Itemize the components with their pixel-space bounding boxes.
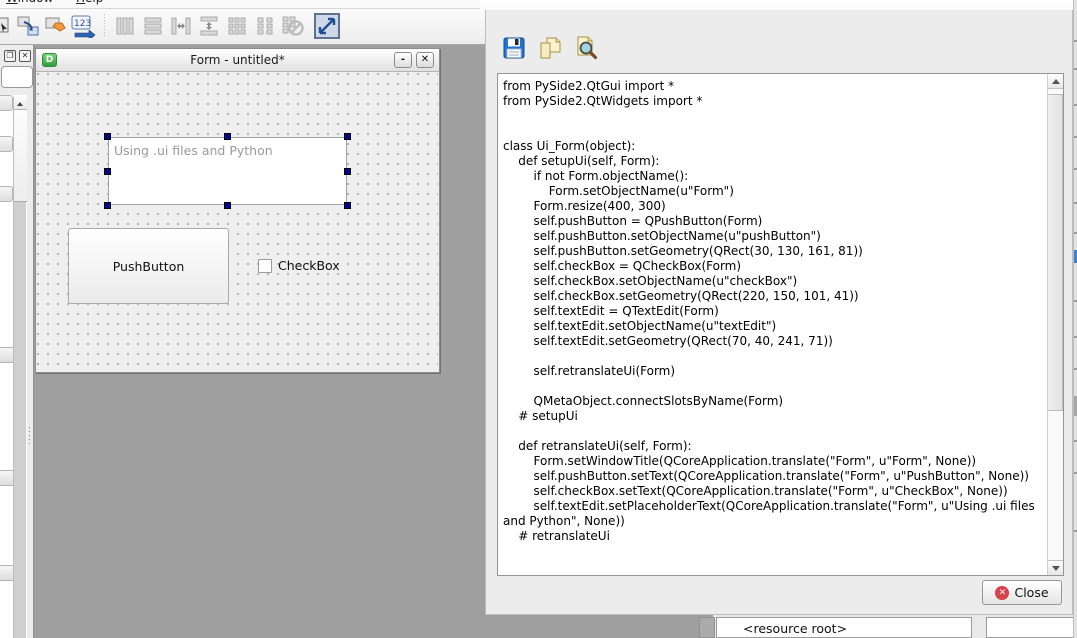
scroll-up-icon[interactable] bbox=[14, 97, 27, 110]
close-button[interactable]: ✕ Close bbox=[982, 580, 1062, 605]
copy-icon[interactable] bbox=[536, 35, 563, 62]
layout-form-icon[interactable] bbox=[251, 12, 279, 40]
form-editor-window: D Form - untitled* - ✕ Using .ui files a… bbox=[35, 48, 440, 373]
resource-root-item[interactable]: <resource root> bbox=[717, 618, 971, 636]
code-text-area[interactable]: from PySide2.QtGui import * from PySide2… bbox=[497, 73, 1064, 576]
code-preview-dialog: from PySide2.QtGui import * from PySide2… bbox=[485, 10, 1073, 615]
widget-box-scrollbar[interactable] bbox=[13, 97, 26, 638]
scroll-down-icon[interactable] bbox=[1048, 560, 1063, 575]
layout-vertical-splitter-icon[interactable] bbox=[195, 12, 223, 40]
edit-tab-order-icon[interactable]: 123 bbox=[70, 12, 98, 40]
scrollbar-thumb[interactable] bbox=[14, 110, 27, 202]
resize-handle[interactable] bbox=[344, 202, 351, 209]
resize-handle[interactable] bbox=[344, 133, 351, 140]
toolbar-separator bbox=[102, 14, 107, 38]
widget-filter-input[interactable] bbox=[1, 66, 33, 88]
menu-help[interactable]: Help bbox=[76, 0, 103, 5]
layout-vertically-icon[interactable] bbox=[139, 12, 167, 40]
checkbox-box[interactable] bbox=[258, 259, 272, 273]
break-layout-icon[interactable] bbox=[279, 12, 307, 40]
widget-category-bar[interactable] bbox=[0, 136, 13, 152]
find-icon[interactable] bbox=[572, 35, 599, 62]
svg-text:123: 123 bbox=[74, 19, 91, 29]
right-panel-edge bbox=[1073, 0, 1077, 638]
form-window-titlebar[interactable]: D Form - untitled* - ✕ bbox=[36, 49, 439, 72]
minimize-button[interactable]: - bbox=[394, 52, 412, 68]
edit-signals-slots-icon[interactable] bbox=[14, 12, 42, 40]
layout-horizontally-icon[interactable] bbox=[111, 12, 139, 40]
form-canvas[interactable]: Using .ui files and Python PushButton Ch… bbox=[37, 73, 438, 371]
edit-widgets-icon[interactable] bbox=[0, 12, 14, 40]
text-edit-widget[interactable]: Using .ui files and Python bbox=[108, 137, 347, 205]
widget-category-bar[interactable] bbox=[0, 95, 13, 111]
resize-handle[interactable] bbox=[104, 133, 111, 140]
close-button-label: Close bbox=[1014, 585, 1048, 600]
widget-box-panel: ❐ ✕ bbox=[0, 45, 34, 638]
code-scrollbar[interactable] bbox=[1047, 74, 1063, 575]
layout-horizontal-splitter-icon[interactable] bbox=[167, 12, 195, 40]
scrollbar-thumb[interactable] bbox=[1048, 94, 1063, 411]
dock-float-icon[interactable]: ❐ bbox=[4, 50, 16, 62]
checkbox-label: CheckBox bbox=[278, 258, 340, 273]
designer-form-icon: D bbox=[42, 53, 57, 67]
scrollbar-corner bbox=[699, 617, 715, 638]
resize-handle[interactable] bbox=[224, 133, 231, 140]
adjust-size-icon[interactable] bbox=[313, 12, 341, 40]
resize-handle[interactable] bbox=[104, 168, 111, 175]
red-x-icon: ✕ bbox=[995, 586, 1009, 600]
resize-handle[interactable] bbox=[344, 168, 351, 175]
widget-category-bar[interactable] bbox=[0, 186, 13, 202]
push-button-widget[interactable]: PushButton bbox=[68, 228, 229, 304]
edit-buddies-icon[interactable] bbox=[42, 12, 70, 40]
menu-window[interactable]: Window bbox=[6, 0, 53, 5]
resize-handle[interactable] bbox=[224, 202, 231, 209]
generated-code[interactable]: from PySide2.QtGui import * from PySide2… bbox=[498, 74, 1047, 575]
dock-close-icon[interactable]: ✕ bbox=[19, 50, 31, 62]
scroll-up-icon[interactable] bbox=[1048, 74, 1063, 89]
layout-grid-icon[interactable] bbox=[223, 12, 251, 40]
close-window-button[interactable]: ✕ bbox=[416, 52, 434, 68]
text-edit-placeholder: Using .ui files and Python bbox=[109, 138, 346, 158]
resize-handle[interactable] bbox=[104, 202, 111, 209]
menu-bar: Window Help bbox=[0, 0, 480, 9]
resource-tree-panel[interactable]: <resource root> bbox=[716, 617, 972, 638]
text-edit-selection: Using .ui files and Python bbox=[104, 133, 351, 209]
check-box-widget[interactable]: CheckBox bbox=[258, 258, 340, 273]
form-window-title: Form - untitled* bbox=[36, 53, 439, 67]
dock-splitter-handle[interactable] bbox=[28, 427, 31, 447]
resource-detail-panel[interactable] bbox=[986, 617, 1077, 638]
save-icon[interactable] bbox=[500, 35, 527, 62]
